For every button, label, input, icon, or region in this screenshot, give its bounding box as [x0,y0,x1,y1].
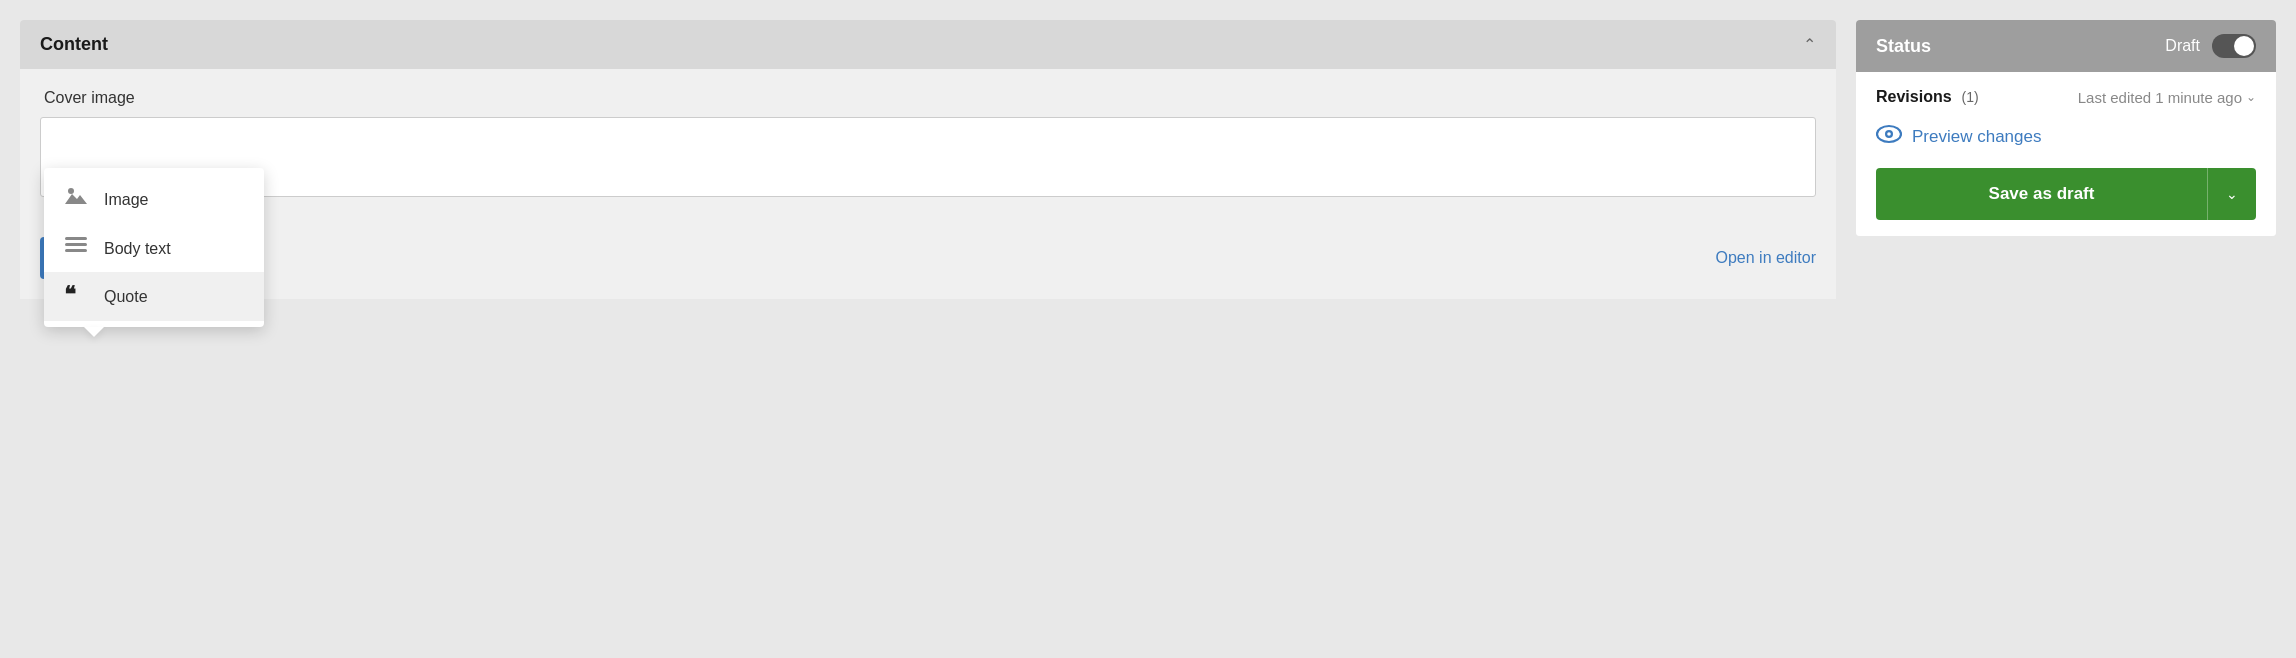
left-panel: Content ⌃ Cover image Add content Open i… [20,20,1836,299]
revisions-row: Revisions (1) Last edited 1 minute ago ⌄ [1876,88,2256,106]
toggle-knob [2234,36,2254,56]
dropdown-item-quote-label: Quote [104,288,148,306]
body-text-icon [64,237,88,260]
status-title: Status [1876,36,1931,57]
status-header: Status Draft [1856,20,2276,72]
dropdown-item-quote[interactable]: ❝ Quote [44,272,264,321]
svg-rect-4 [65,249,87,252]
save-draft-button[interactable]: Save as draft [1876,168,2207,220]
content-body: Cover image [20,69,1836,237]
content-editor-area[interactable] [40,117,1816,197]
open-in-editor-link[interactable]: Open in editor [1715,249,1816,267]
dropdown-item-body-text[interactable]: Body text [44,225,264,272]
draft-toggle[interactable] [2212,34,2256,58]
right-panel: Status Draft Revisions (1) Last edited 1… [1856,20,2276,236]
status-body: Revisions (1) Last edited 1 minute ago ⌄… [1856,72,2276,236]
content-title: Content [40,34,108,55]
content-header: Content ⌃ [20,20,1836,69]
dropdown-item-body-text-label: Body text [104,240,171,258]
content-section: Content ⌃ Cover image Add content Open i… [20,20,1836,299]
content-type-dropdown: Image Body text ❝ [44,168,264,327]
quote-icon: ❝ [64,284,88,309]
save-draft-row: Save as draft ⌄ [1876,168,2256,220]
chevron-up-icon[interactable]: ⌃ [1803,35,1816,54]
revisions-count: (1) [1962,89,1979,105]
svg-text:❝: ❝ [64,284,76,304]
svg-point-1 [68,188,74,194]
save-draft-chevron-icon: ⌄ [2226,186,2238,202]
image-icon [64,186,88,213]
revisions-label: Revisions [1876,88,1952,106]
preview-changes-link[interactable]: Preview changes [1912,127,2041,147]
cover-image-label: Cover image [40,89,1816,107]
last-edited-text: Last edited 1 minute ago ⌄ [2078,89,2256,106]
dropdown-arrow [84,327,104,337]
dropdown-item-image[interactable]: Image [44,174,264,225]
svg-point-8 [1887,132,1891,136]
dropdown-item-image-label: Image [104,191,148,209]
draft-label: Draft [2165,37,2200,55]
svg-marker-0 [65,194,87,204]
svg-rect-2 [65,237,87,240]
save-draft-dropdown-button[interactable]: ⌄ [2207,168,2256,220]
last-edited-chevron-icon[interactable]: ⌄ [2246,90,2256,104]
svg-rect-3 [65,243,87,246]
preview-changes-row[interactable]: Preview changes [1876,124,2256,150]
eye-icon [1876,124,1902,150]
content-footer: Add content Open in editor [20,237,1836,299]
status-right: Draft [2165,34,2256,58]
